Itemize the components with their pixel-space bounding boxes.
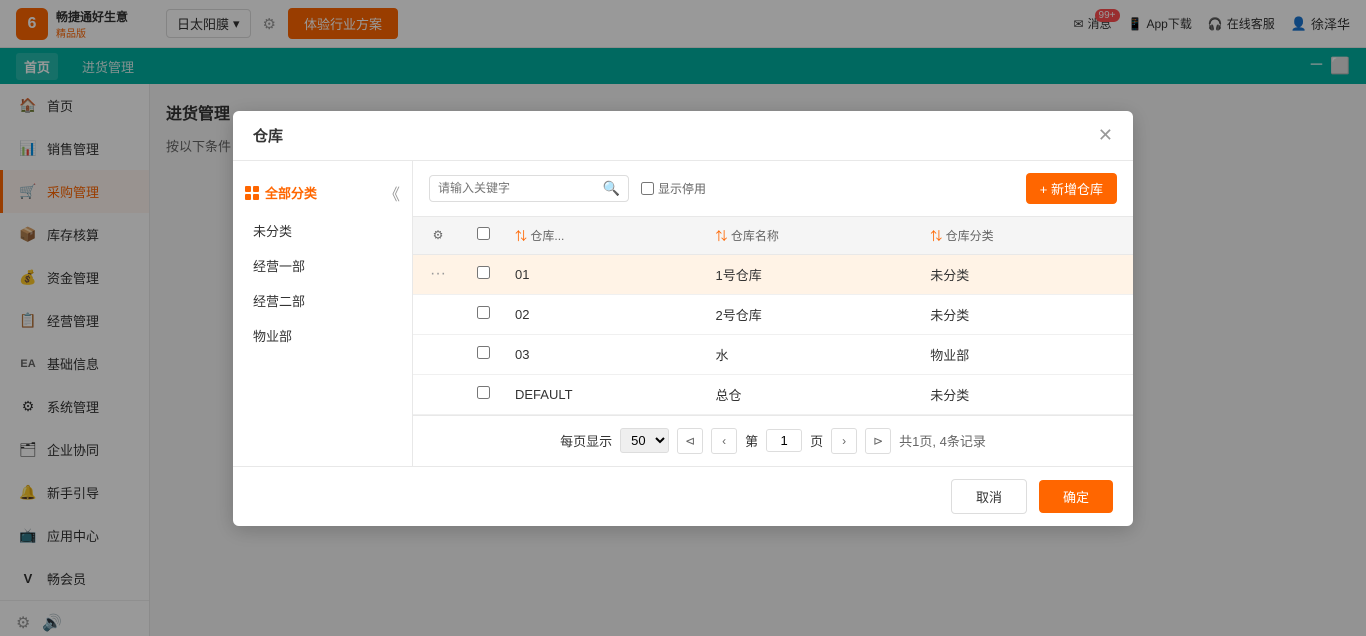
modal-title: 仓库	[253, 125, 283, 146]
th-name: ⇅ 仓库名称	[703, 217, 918, 255]
category-item-dept1[interactable]: 经营一部	[233, 248, 412, 283]
sort-icon: ⇅	[515, 229, 527, 243]
modal-right-panel: 🔍 显示停用 + 新增仓库 ⚙	[413, 161, 1133, 466]
category-item-unclassified[interactable]: 未分类	[233, 213, 412, 248]
first-page-button[interactable]: ⊲	[677, 428, 703, 454]
show-disabled-checkbox[interactable]	[641, 182, 654, 195]
row-category: 物业部	[918, 334, 1133, 374]
warehouse-table-wrap: ⚙ ⇅ 仓库... ⇅	[413, 217, 1133, 415]
row-check-cell	[463, 294, 503, 334]
row-code: 01	[503, 254, 703, 294]
page-size-select[interactable]: 50	[620, 428, 669, 453]
table-row[interactable]: 03 水 物业部	[413, 334, 1133, 374]
select-all-checkbox[interactable]	[477, 227, 490, 240]
row-name: 1号仓库	[703, 254, 918, 294]
add-warehouse-button[interactable]: + 新增仓库	[1026, 173, 1117, 204]
page-number-input[interactable]	[766, 429, 802, 452]
gear-header-icon: ⚙	[433, 228, 444, 242]
row-name: 总仓	[703, 374, 918, 414]
modal-footer: 取消 确定	[233, 466, 1133, 526]
category-header: 全部分类 《	[233, 173, 412, 213]
page-info: 共1页, 4条记录	[899, 431, 986, 450]
table-header: ⚙ ⇅ 仓库... ⇅	[413, 217, 1133, 255]
table-body: ··· 01 1号仓库 未分类	[413, 254, 1133, 414]
th-checkbox	[463, 217, 503, 255]
next-page-button[interactable]: ›	[831, 428, 857, 454]
row-category: 未分类	[918, 294, 1133, 334]
th-settings: ⚙	[413, 217, 463, 255]
row-checkbox[interactable]	[477, 386, 490, 399]
row-name: 2号仓库	[703, 294, 918, 334]
row-code: DEFAULT	[503, 374, 703, 414]
table-row[interactable]: DEFAULT 总仓 未分类	[413, 374, 1133, 414]
search-box: 🔍	[429, 175, 629, 202]
modal-toolbar: 🔍 显示停用 + 新增仓库	[413, 161, 1133, 217]
row-checkbox[interactable]	[477, 266, 490, 279]
row-actions-cell	[413, 334, 463, 374]
row-category: 未分类	[918, 374, 1133, 414]
category-all[interactable]: 全部分类	[245, 183, 317, 202]
row-code: 03	[503, 334, 703, 374]
row-checkbox[interactable]	[477, 346, 490, 359]
sort-cat-icon: ⇅	[930, 229, 942, 243]
row-actions-icon[interactable]: ···	[430, 265, 446, 282]
sort-name-icon: ⇅	[715, 229, 727, 243]
row-check-cell	[463, 334, 503, 374]
search-icon[interactable]: 🔍	[603, 180, 620, 197]
category-item-dept2[interactable]: 经营二部	[233, 283, 412, 318]
warehouse-table: ⚙ ⇅ 仓库... ⇅	[413, 217, 1133, 415]
category-item-property[interactable]: 物业部	[233, 318, 412, 353]
row-actions-cell	[413, 374, 463, 414]
row-check-cell	[463, 254, 503, 294]
modal-close-button[interactable]: ✕	[1098, 126, 1113, 144]
modal-left-panel: 全部分类 《 未分类 经营一部 经营二部 物业部	[233, 161, 413, 466]
row-actions-cell: ···	[413, 254, 463, 294]
modal-pagination: 每页显示 50 ⊲ ‹ 第 页 › ⊳ 共1页, 4条记录	[413, 415, 1133, 466]
collapse-panel-button[interactable]: 《	[384, 181, 400, 205]
row-actions-cell	[413, 294, 463, 334]
row-category: 未分类	[918, 254, 1133, 294]
table-row[interactable]: ··· 01 1号仓库 未分类	[413, 254, 1133, 294]
warehouse-modal: 仓库 ✕ 全部分类 《 未分类 经营一部 经	[233, 111, 1133, 526]
row-name: 水	[703, 334, 918, 374]
show-disabled-label[interactable]: 显示停用	[641, 180, 706, 197]
last-page-button[interactable]: ⊳	[865, 428, 891, 454]
grid-icon	[245, 186, 259, 200]
row-code: 02	[503, 294, 703, 334]
modal-body: 全部分类 《 未分类 经营一部 经营二部 物业部 🔍	[233, 161, 1133, 466]
modal-overlay: 仓库 ✕ 全部分类 《 未分类 经营一部 经	[0, 0, 1366, 636]
table-row[interactable]: 02 2号仓库 未分类	[413, 294, 1133, 334]
cancel-button[interactable]: 取消	[951, 479, 1027, 514]
prev-page-button[interactable]: ‹	[711, 428, 737, 454]
row-check-cell	[463, 374, 503, 414]
row-checkbox[interactable]	[477, 306, 490, 319]
th-category: ⇅ 仓库分类	[918, 217, 1133, 255]
modal-header: 仓库 ✕	[233, 111, 1133, 161]
confirm-button[interactable]: 确定	[1039, 480, 1113, 513]
search-input[interactable]	[438, 181, 603, 195]
th-code: ⇅ 仓库...	[503, 217, 703, 255]
